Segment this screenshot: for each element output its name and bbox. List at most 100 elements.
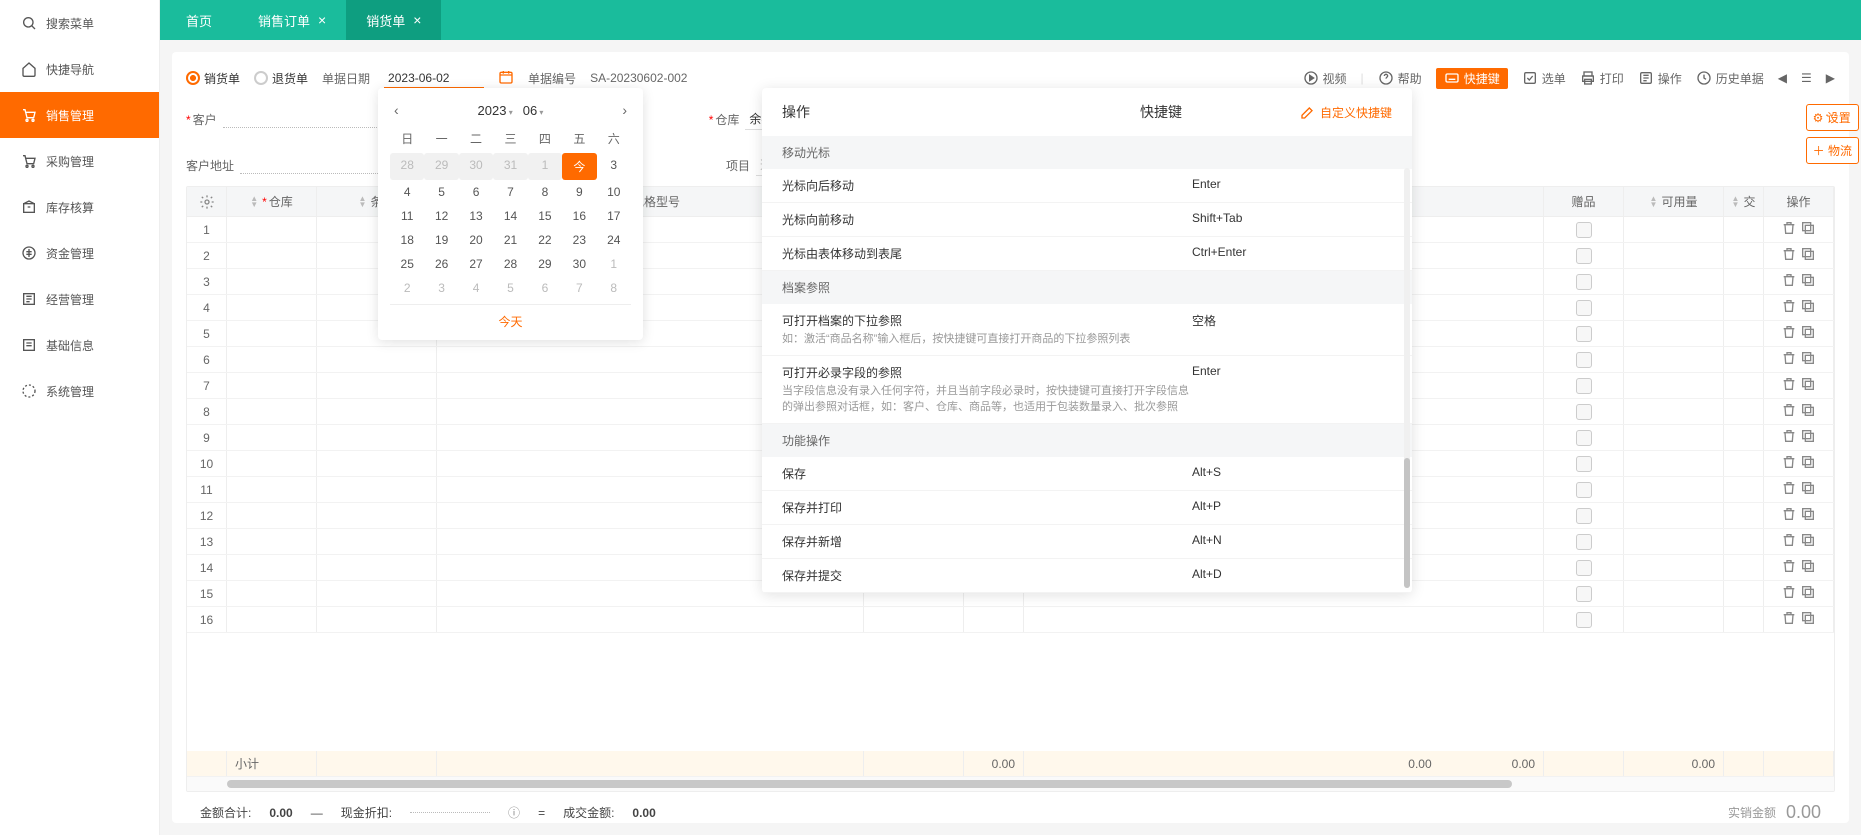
dp-day[interactable]: 7 bbox=[493, 180, 527, 204]
dp-day-prev[interactable]: 28 bbox=[390, 153, 424, 180]
h-scrollbar[interactable] bbox=[187, 777, 1834, 791]
print-button[interactable]: 打印 bbox=[1580, 70, 1624, 87]
dp-day[interactable]: 1 bbox=[528, 153, 562, 180]
delete-row-icon[interactable] bbox=[1781, 350, 1797, 369]
sidebar-item-8[interactable]: 系统管理 bbox=[0, 368, 159, 414]
dp-day[interactable]: 21 bbox=[493, 228, 527, 252]
tab-close-icon[interactable]: × bbox=[413, 12, 421, 28]
dp-day[interactable]: 9 bbox=[562, 180, 596, 204]
dp-day[interactable]: 4 bbox=[390, 180, 424, 204]
copy-row-icon[interactable] bbox=[1800, 298, 1816, 317]
gift-checkbox[interactable] bbox=[1576, 534, 1592, 550]
dp-day-next[interactable]: 1 bbox=[597, 252, 631, 276]
help-link[interactable]: 帮助 bbox=[1378, 70, 1422, 87]
table-row[interactable]: 16 bbox=[187, 607, 1834, 633]
col-avail[interactable]: ▲▼可用量 bbox=[1624, 187, 1724, 216]
copy-row-icon[interactable] bbox=[1800, 402, 1816, 421]
next-page-icon[interactable]: ▶ bbox=[1826, 71, 1835, 85]
copy-row-icon[interactable] bbox=[1800, 376, 1816, 395]
dp-day[interactable]: 6 bbox=[459, 180, 493, 204]
dp-day-next[interactable]: 7 bbox=[562, 276, 596, 300]
shortcut-button[interactable]: 快捷键 bbox=[1436, 68, 1508, 89]
list-icon[interactable]: ☰ bbox=[1801, 71, 1812, 85]
copy-row-icon[interactable] bbox=[1800, 454, 1816, 473]
dp-day-next[interactable]: 2 bbox=[390, 276, 424, 300]
sidebar-item-3[interactable]: 采购管理 bbox=[0, 138, 159, 184]
delete-row-icon[interactable] bbox=[1781, 272, 1797, 291]
delete-row-icon[interactable] bbox=[1781, 506, 1797, 525]
gift-checkbox[interactable] bbox=[1576, 508, 1592, 524]
gift-checkbox[interactable] bbox=[1576, 586, 1592, 602]
dp-day-next[interactable]: 3 bbox=[424, 276, 458, 300]
delete-row-icon[interactable] bbox=[1781, 376, 1797, 395]
more-icon[interactable]: ⋯ bbox=[1825, 108, 1839, 122]
tab-2[interactable]: 销货单× bbox=[346, 0, 441, 40]
sidebar-item-1[interactable]: 快捷导航 bbox=[0, 46, 159, 92]
gift-checkbox[interactable] bbox=[1576, 352, 1592, 368]
gift-checkbox[interactable] bbox=[1576, 404, 1592, 420]
dp-prev-icon[interactable]: ‹ bbox=[394, 102, 399, 118]
dp-day[interactable]: 8 bbox=[528, 180, 562, 204]
copy-row-icon[interactable] bbox=[1800, 558, 1816, 577]
dp-day[interactable]: 今 bbox=[562, 153, 596, 180]
info-icon[interactable]: ⓘ bbox=[508, 804, 520, 821]
dp-day[interactable]: 18 bbox=[390, 228, 424, 252]
tab-close-icon[interactable]: × bbox=[318, 12, 326, 28]
dp-day-next[interactable]: 5 bbox=[493, 276, 527, 300]
delete-row-icon[interactable] bbox=[1781, 220, 1797, 239]
dp-day[interactable]: 12 bbox=[424, 204, 458, 228]
dp-day[interactable]: 23 bbox=[562, 228, 596, 252]
delete-row-icon[interactable] bbox=[1781, 532, 1797, 551]
delete-row-icon[interactable] bbox=[1781, 324, 1797, 343]
dp-day[interactable]: 26 bbox=[424, 252, 458, 276]
dp-today[interactable]: 今天 bbox=[390, 304, 631, 334]
delete-row-icon[interactable] bbox=[1781, 610, 1797, 629]
dp-day[interactable]: 24 bbox=[597, 228, 631, 252]
delete-row-icon[interactable] bbox=[1781, 298, 1797, 317]
copy-row-icon[interactable] bbox=[1800, 246, 1816, 265]
gift-checkbox[interactable] bbox=[1576, 612, 1592, 628]
gift-checkbox[interactable] bbox=[1576, 430, 1592, 446]
gift-checkbox[interactable] bbox=[1576, 482, 1592, 498]
pop-scrollbar[interactable] bbox=[1404, 168, 1410, 588]
col-gear[interactable] bbox=[187, 187, 227, 216]
dp-day[interactable]: 27 bbox=[459, 252, 493, 276]
select-button[interactable]: 选单 bbox=[1522, 70, 1566, 87]
dp-day[interactable]: 17 bbox=[597, 204, 631, 228]
calendar-icon[interactable] bbox=[498, 69, 514, 88]
dp-day[interactable]: 13 bbox=[459, 204, 493, 228]
sidebar-item-4[interactable]: 库存核算 bbox=[0, 184, 159, 230]
history-button[interactable]: 历史单据 bbox=[1696, 70, 1764, 87]
dp-day[interactable]: 3 bbox=[597, 153, 631, 180]
gift-checkbox[interactable] bbox=[1576, 248, 1592, 264]
copy-row-icon[interactable] bbox=[1800, 324, 1816, 343]
sidebar-item-7[interactable]: 基础信息 bbox=[0, 322, 159, 368]
gift-checkbox[interactable] bbox=[1576, 326, 1592, 342]
delete-row-icon[interactable] bbox=[1781, 454, 1797, 473]
dp-day[interactable]: 14 bbox=[493, 204, 527, 228]
dp-day-prev[interactable]: 31 bbox=[493, 153, 527, 180]
copy-row-icon[interactable] bbox=[1800, 480, 1816, 499]
customer-input[interactable] bbox=[223, 110, 403, 128]
delete-row-icon[interactable] bbox=[1781, 558, 1797, 577]
dp-day[interactable]: 5 bbox=[424, 180, 458, 204]
video-link[interactable]: 视频 bbox=[1303, 70, 1347, 87]
sidebar-item-2[interactable]: 销售管理 bbox=[0, 92, 159, 138]
dp-month[interactable]: 06 bbox=[523, 103, 544, 118]
dp-day[interactable]: 15 bbox=[528, 204, 562, 228]
tab-0[interactable]: 首页 bbox=[160, 0, 238, 40]
copy-row-icon[interactable] bbox=[1800, 584, 1816, 603]
gift-checkbox[interactable] bbox=[1576, 222, 1592, 238]
prev-page-icon[interactable]: ◀ bbox=[1778, 71, 1787, 85]
dp-day-prev[interactable]: 29 bbox=[424, 153, 458, 180]
col-warehouse[interactable]: ▲▼仓库 bbox=[227, 187, 317, 216]
delete-row-icon[interactable] bbox=[1781, 428, 1797, 447]
dp-day-next[interactable]: 8 bbox=[597, 276, 631, 300]
copy-row-icon[interactable] bbox=[1800, 272, 1816, 291]
custom-shortcut-link[interactable]: 自定义快捷键 bbox=[1300, 104, 1392, 121]
delete-row-icon[interactable] bbox=[1781, 246, 1797, 265]
sidebar-item-5[interactable]: 资金管理 bbox=[0, 230, 159, 276]
dp-day[interactable]: 29 bbox=[528, 252, 562, 276]
copy-row-icon[interactable] bbox=[1800, 506, 1816, 525]
dp-day[interactable]: 20 bbox=[459, 228, 493, 252]
